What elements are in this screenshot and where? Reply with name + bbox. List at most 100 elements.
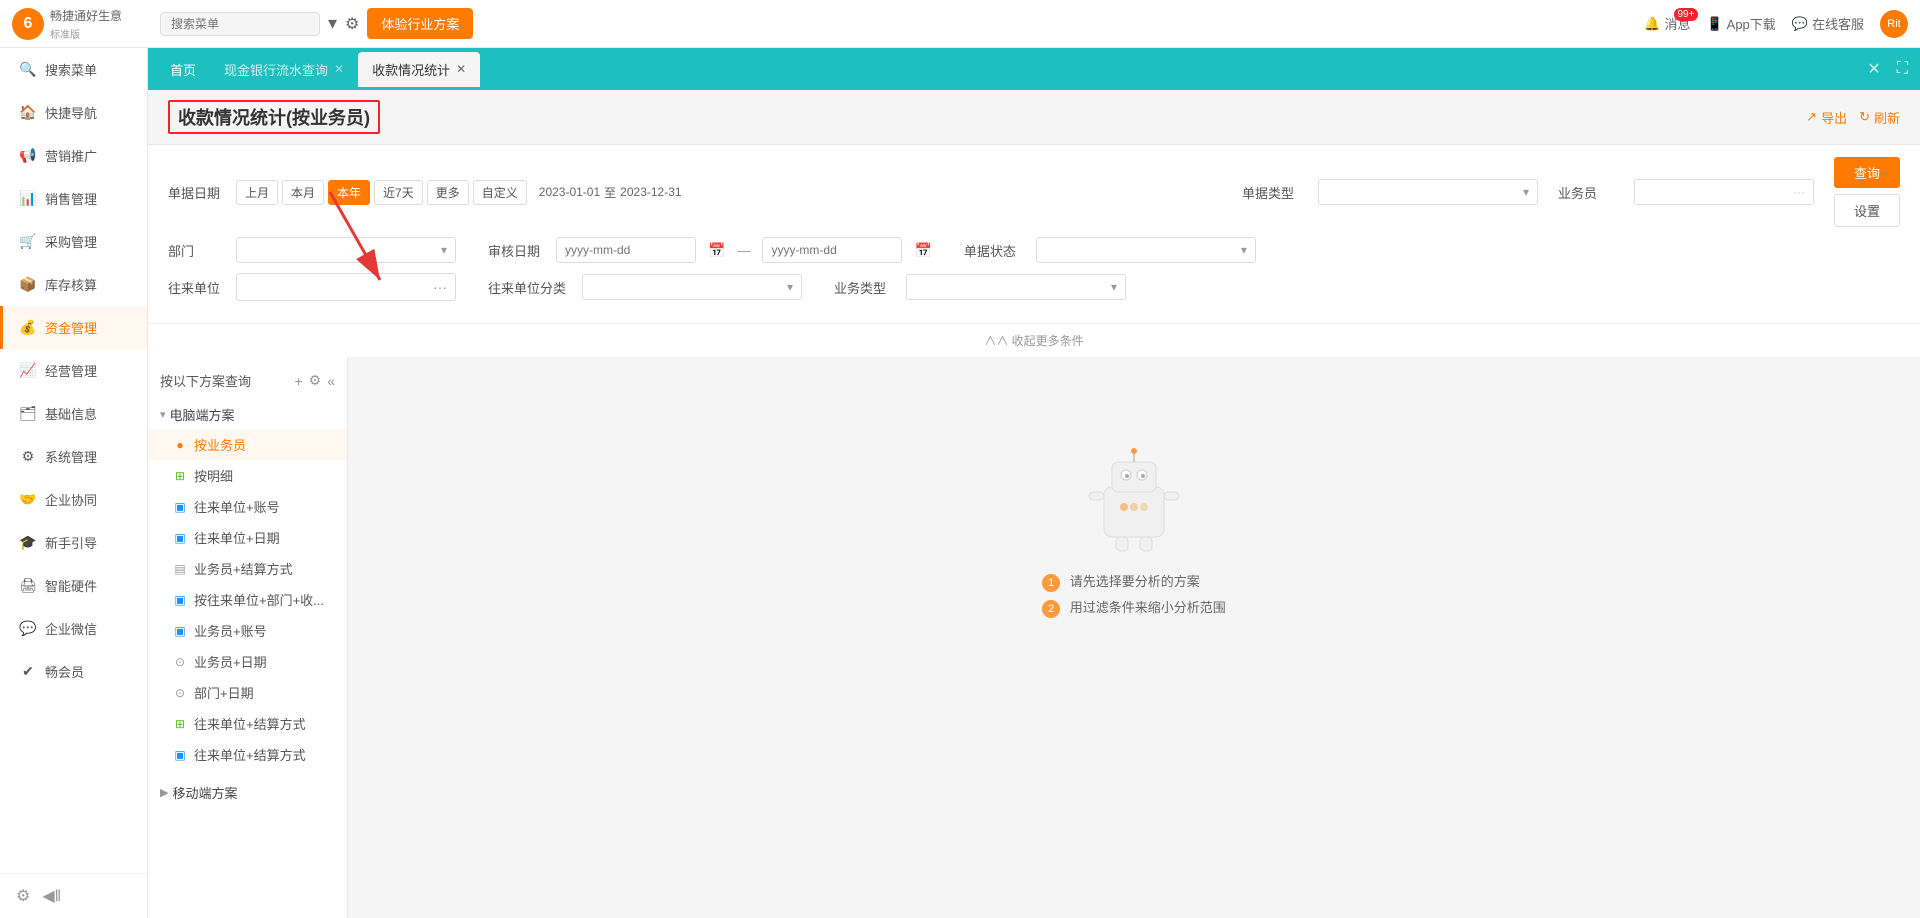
date-btn-7days[interactable]: 近7天: [374, 180, 423, 205]
app-download-item[interactable]: 📱 App下载: [1706, 14, 1775, 33]
message-icon: 🔔: [1644, 16, 1660, 32]
doc-status-select[interactable]: ▾: [1036, 237, 1256, 263]
doc-status-label: 单据状态: [964, 241, 1020, 260]
sidebar-item-enterprise[interactable]: 🤝 企业协同: [0, 478, 147, 521]
scheme-item-10[interactable]: ▣ 往来单位+结算方式: [148, 739, 347, 770]
sidebar-item-wechat[interactable]: 💬 企业微信: [0, 607, 147, 650]
scheme-item-1[interactable]: ⊞ 按明细: [148, 460, 347, 491]
sidebar-item-operation[interactable]: 📈 经营管理: [0, 349, 147, 392]
search-input[interactable]: [160, 12, 320, 36]
scheme-desktop-header[interactable]: ▾ 电脑端方案: [148, 400, 347, 429]
date-btn-more[interactable]: 更多: [427, 180, 469, 205]
review-calendar-start-icon[interactable]: 📅: [708, 242, 725, 259]
online-service-item[interactable]: 💬 在线客服: [1792, 14, 1864, 33]
close-window-icon[interactable]: ✕: [1863, 55, 1884, 83]
message-item[interactable]: 🔔 消息 99+: [1644, 14, 1690, 33]
setting-button[interactable]: 设置: [1834, 194, 1900, 227]
scheme-item-0[interactable]: ● 按业务员: [148, 429, 347, 460]
tab-bar-right: ✕ ⛶: [1863, 55, 1912, 83]
date-btn-this-year[interactable]: 本年: [328, 180, 370, 205]
maximize-window-icon[interactable]: ⛶: [1893, 56, 1912, 82]
sidebar-item-sales[interactable]: 📊 销售管理: [0, 177, 147, 220]
sales-icon: 📊: [19, 190, 37, 208]
scheme-item-3[interactable]: ▣ 往来单位+日期: [148, 522, 347, 553]
scheme-item-4[interactable]: ▤ 业务员+结算方式: [148, 553, 347, 584]
dept-select[interactable]: ▾: [236, 237, 456, 263]
scheme-item-2[interactable]: ▣ 往来单位+账号: [148, 491, 347, 522]
guide-icon: 🎓: [19, 534, 37, 552]
partner-select[interactable]: ···: [236, 273, 456, 301]
scheme-add-icon[interactable]: +: [294, 373, 302, 389]
date-range-sep: 至: [604, 184, 616, 201]
scheme-mobile-header[interactable]: ▶ 移动端方案: [148, 778, 347, 807]
tab-home[interactable]: 首页: [156, 52, 210, 87]
scheme-item-label-9: 往来单位+结算方式: [194, 714, 306, 733]
partner-more-icon[interactable]: ···: [433, 279, 447, 295]
sidebar-item-purchase[interactable]: 🛒 采购管理: [0, 220, 147, 263]
query-button[interactable]: 查询: [1834, 157, 1900, 188]
sidebar-item-finance[interactable]: 💰 资金管理: [0, 306, 147, 349]
review-date-end-input[interactable]: [762, 237, 902, 263]
biz-type-select[interactable]: ▾: [906, 274, 1126, 300]
sidebar-item-guide[interactable]: 🎓 新手引导: [0, 521, 147, 564]
empty-tips: 1 请先选择要分析的方案 2 用过滤条件来缩小分析范围: [1042, 569, 1226, 621]
partner-category-select[interactable]: ▾: [582, 274, 802, 300]
scheme-item-6[interactable]: ▣ 业务员+账号: [148, 615, 347, 646]
sidebar-item-basic[interactable]: 🗂 基础信息: [0, 392, 147, 435]
nav-dropdown-icon[interactable]: ▾: [328, 13, 337, 34]
date-btn-last-month[interactable]: 上月: [236, 180, 278, 205]
scheme-item-label-5: 按往来单位+部门+收...: [194, 590, 324, 609]
scheme-item-5[interactable]: ▣ 按往来单位+部门+收...: [148, 584, 347, 615]
sidebar-item-marketing[interactable]: 📢 营销推广: [0, 134, 147, 177]
scheme-item-label-10: 往来单位+结算方式: [194, 745, 306, 764]
scheme-gear-icon[interactable]: ⚙: [309, 372, 322, 389]
tab-bank-flow[interactable]: 现金银行流水查询 ✕: [210, 52, 358, 87]
date-btn-this-month[interactable]: 本月: [282, 180, 324, 205]
settings-gear-icon[interactable]: ⚙: [345, 14, 359, 34]
biz-type-chevron: ▾: [1111, 280, 1117, 294]
export-button[interactable]: ↗ 导出: [1806, 108, 1847, 127]
filter-row-1: 单据日期 上月 本月 本年 近7天 更多 自定义 2023-01-01 至 20…: [168, 157, 1900, 227]
settings-bottom-icon[interactable]: ⚙: [16, 886, 30, 906]
dept-label: 部门: [168, 241, 224, 260]
sidebar-item-hardware[interactable]: 🖨 智能硬件: [0, 564, 147, 607]
sidebar-item-vip[interactable]: ✔ 畅会员: [0, 650, 147, 693]
tab-collection-stat[interactable]: 收款情况统计 ✕: [358, 52, 480, 87]
refresh-button[interactable]: ↻ 刷新: [1859, 108, 1900, 127]
review-calendar-end-icon[interactable]: 📅: [914, 242, 931, 259]
sidebar-item-quicknav[interactable]: 🏠 快捷导航: [0, 91, 147, 134]
mobile-chevron-icon: ▶: [160, 786, 168, 799]
scheme-header-actions: + ⚙ «: [294, 372, 335, 389]
tab-collection-stat-close[interactable]: ✕: [456, 62, 466, 76]
scheme-desktop-group: ▾ 电脑端方案 ● 按业务员 ⊞ 按明细 ▣ 往来单位+账号: [148, 396, 347, 774]
scheme-header-label: 按以下方案查询: [160, 371, 251, 390]
top-bar: 6 畅捷通好生意 标准版 ▾ ⚙ 体验行业方案 🔔 消息 99+ 📱 App下载…: [0, 0, 1920, 48]
sidebar-item-search[interactable]: 🔍 搜索菜单: [0, 48, 147, 91]
enterprise-icon: 🤝: [19, 491, 37, 509]
review-date-start-input[interactable]: [556, 237, 696, 263]
sidebar-guide-label: 新手引导: [45, 533, 97, 552]
collapse-bar[interactable]: ∧∧ 收起更多条件: [148, 323, 1920, 357]
sidebar-item-system[interactable]: ⚙ 系统管理: [0, 435, 147, 478]
scheme-item-8[interactable]: ⊙ 部门+日期: [148, 677, 347, 708]
collapse-sidebar-icon[interactable]: ◀‖: [42, 886, 61, 906]
tab-bank-flow-close[interactable]: ✕: [334, 62, 344, 76]
main-layout: 🔍 搜索菜单 🏠 快捷导航 📢 营销推广 📊 销售管理 🛒 采购管理 📦 库存核…: [0, 48, 1920, 918]
sidebar-item-inventory[interactable]: 📦 库存核算: [0, 263, 147, 306]
sidebar-operation-label: 经营管理: [45, 361, 97, 380]
export-icon: ↗: [1806, 109, 1817, 125]
user-avatar[interactable]: Rit: [1880, 10, 1908, 38]
scheme-item-9[interactable]: ⊞ 往来单位+结算方式: [148, 708, 347, 739]
sidebar-bottom: ⚙ ◀‖: [0, 873, 147, 918]
trial-button[interactable]: 体验行业方案: [367, 8, 473, 39]
finance-icon: 💰: [19, 319, 37, 337]
scheme-collapse-icon[interactable]: «: [327, 373, 335, 389]
doc-type-label: 单据类型: [1242, 183, 1298, 202]
scheme-item-icon-5: ▣: [172, 592, 188, 608]
inventory-icon: 📦: [19, 276, 37, 294]
scheme-item-7[interactable]: ⊙ 业务员+日期: [148, 646, 347, 677]
date-btn-custom[interactable]: 自定义: [473, 180, 527, 205]
doc-type-select[interactable]: ▾: [1318, 179, 1538, 205]
salesman-select[interactable]: ···: [1634, 179, 1814, 205]
salesman-more-icon[interactable]: ···: [1793, 185, 1805, 199]
